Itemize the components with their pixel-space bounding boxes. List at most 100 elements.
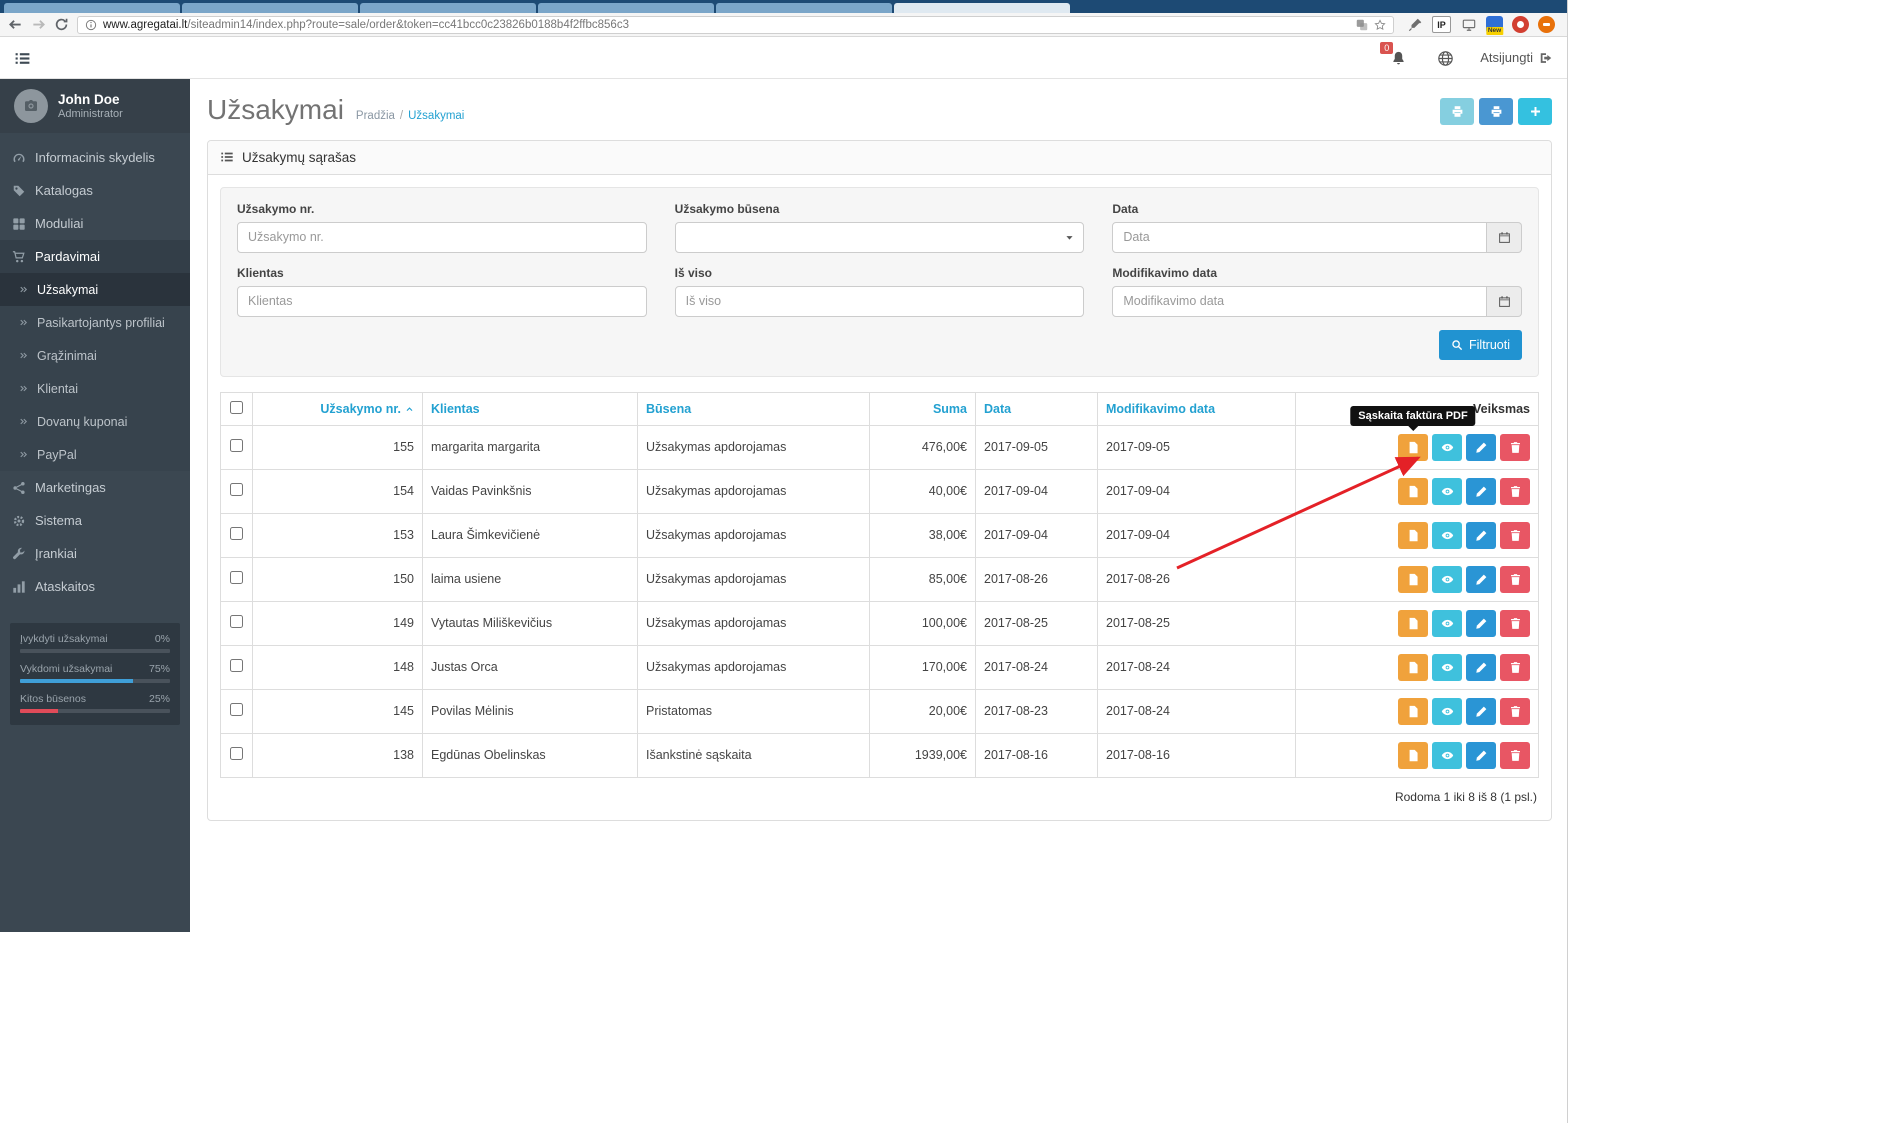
view-order-button[interactable] xyxy=(1432,653,1462,681)
view-order-button[interactable] xyxy=(1432,521,1462,549)
dropper-extension-icon[interactable] xyxy=(1406,16,1423,33)
row-select-checkbox[interactable] xyxy=(230,703,243,717)
customer-input[interactable] xyxy=(237,285,647,317)
invoice-pdf-button[interactable] xyxy=(1398,477,1428,505)
invoice-pdf-button[interactable] xyxy=(1398,697,1428,725)
sort-column-nr[interactable]: Užsakymo nr. xyxy=(320,402,414,416)
sort-column-customer[interactable]: Klientas xyxy=(431,402,480,416)
blue-extension-icon[interactable]: New xyxy=(1485,16,1504,35)
delete-order-button[interactable] xyxy=(1500,565,1530,593)
sidebar-item-label: Katalogas xyxy=(35,183,93,198)
sidebar-item[interactable]: Pardavimai xyxy=(0,240,192,273)
refresh-button[interactable] xyxy=(54,17,69,32)
forward-button[interactable] xyxy=(31,17,46,32)
order-nr-input[interactable] xyxy=(237,221,647,253)
menu-toggle-button[interactable] xyxy=(10,44,35,72)
date-calendar-button[interactable] xyxy=(1487,221,1522,253)
row-select-checkbox[interactable] xyxy=(230,615,243,629)
sort-column-status[interactable]: Būsena xyxy=(646,402,691,416)
view-order-button[interactable] xyxy=(1432,433,1462,461)
delete-order-button[interactable] xyxy=(1500,521,1530,549)
invoice-pdf-button[interactable] xyxy=(1398,609,1428,637)
ip-extension-icon[interactable]: IP xyxy=(1432,16,1451,33)
sort-column-total[interactable]: Suma xyxy=(933,402,967,416)
language-button[interactable] xyxy=(1437,48,1454,68)
edit-order-button[interactable] xyxy=(1466,609,1496,637)
select-all-checkbox[interactable] xyxy=(230,400,243,414)
browser-tab[interactable] xyxy=(538,3,714,13)
order-status-select[interactable] xyxy=(674,221,1085,253)
delete-order-button[interactable] xyxy=(1500,697,1530,725)
sidebar-item[interactable]: Katalogas xyxy=(0,174,190,207)
edit-order-button[interactable] xyxy=(1466,521,1496,549)
delete-order-button[interactable] xyxy=(1500,477,1530,505)
row-select-checkbox[interactable] xyxy=(230,571,243,585)
view-order-button[interactable] xyxy=(1432,477,1462,505)
sidebar-subitem[interactable]: Grąžinimai xyxy=(0,339,190,372)
edit-order-button[interactable] xyxy=(1466,565,1496,593)
edit-order-button[interactable] xyxy=(1466,697,1496,725)
print-invoice-button[interactable] xyxy=(1440,98,1474,125)
sidebar-subitem[interactable]: Dovanų kuponai xyxy=(0,405,190,438)
invoice-pdf-button[interactable] xyxy=(1398,653,1428,681)
browser-tab[interactable] xyxy=(360,3,536,13)
view-order-button[interactable] xyxy=(1432,609,1462,637)
invoice-pdf-button[interactable] xyxy=(1398,565,1428,593)
back-button[interactable] xyxy=(8,17,23,32)
monitor-extension-icon[interactable] xyxy=(1460,16,1477,33)
browser-tab[interactable] xyxy=(182,3,358,13)
sidebar-item[interactable]: Informacinis skydelis xyxy=(0,141,190,174)
calendar-icon xyxy=(1498,231,1511,244)
view-order-button[interactable] xyxy=(1432,741,1462,769)
breadcrumb-home[interactable]: Pradžia xyxy=(356,110,395,122)
sidebar-item[interactable]: Sistema xyxy=(0,504,190,537)
notifications-button[interactable]: 0 xyxy=(1380,41,1407,68)
sidebar-item[interactable]: Marketingas xyxy=(0,471,190,504)
delete-order-button[interactable] xyxy=(1500,609,1530,637)
sidebar-item[interactable]: Moduliai xyxy=(0,207,190,240)
print-shipping-list-button[interactable] xyxy=(1479,98,1513,125)
breadcrumb-current[interactable]: Užsakymai xyxy=(408,110,464,122)
edit-order-button[interactable] xyxy=(1466,741,1496,769)
delete-order-button[interactable] xyxy=(1500,741,1530,769)
edit-order-button[interactable] xyxy=(1466,653,1496,681)
view-order-button[interactable] xyxy=(1432,697,1462,725)
url-bar[interactable]: www.agregatai.lt/siteadmin14/index.php?r… xyxy=(77,15,1394,34)
browser-tab[interactable] xyxy=(716,3,892,13)
row-select-checkbox[interactable] xyxy=(230,439,243,453)
invoice-pdf-button[interactable] xyxy=(1398,741,1428,769)
sidebar-subitem[interactable]: Pasikartojantys profiliai xyxy=(0,306,190,339)
sidebar-subitem[interactable]: PayPal xyxy=(0,438,190,471)
sort-column-modified[interactable]: Modifikavimo data xyxy=(1106,402,1215,416)
view-order-button[interactable] xyxy=(1432,565,1462,593)
add-order-button[interactable] xyxy=(1518,98,1552,125)
browser-tab-active[interactable] xyxy=(894,3,1070,13)
modified-calendar-button[interactable] xyxy=(1487,285,1522,317)
bookmark-star-icon[interactable] xyxy=(1374,18,1386,31)
invoice-pdf-button[interactable] xyxy=(1398,521,1428,549)
red-extension-icon[interactable] xyxy=(1512,16,1529,33)
sidebar-subitem[interactable]: Klientai xyxy=(0,372,190,405)
browser-tab[interactable] xyxy=(4,3,180,13)
orange-extension-icon[interactable] xyxy=(1538,16,1555,33)
edit-order-button[interactable] xyxy=(1466,433,1496,461)
sidebar-subitem-label: Grąžinimai xyxy=(37,348,97,363)
translate-icon[interactable] xyxy=(1356,19,1368,31)
total-input[interactable] xyxy=(674,285,1085,317)
logout-button[interactable]: Atsijungti xyxy=(1480,50,1553,65)
edit-order-button[interactable] xyxy=(1466,477,1496,505)
row-select-checkbox[interactable] xyxy=(230,747,243,761)
sidebar-subitem[interactable]: Užsakymai xyxy=(0,273,190,306)
sidebar-item[interactable]: Ataskaitos xyxy=(0,570,190,603)
row-select-checkbox[interactable] xyxy=(230,527,243,541)
delete-order-button[interactable] xyxy=(1500,433,1530,461)
date-input[interactable] xyxy=(1112,221,1488,253)
filter-button[interactable]: Filtruoti xyxy=(1439,329,1522,360)
modified-date-input[interactable] xyxy=(1112,285,1488,317)
row-select-checkbox[interactable] xyxy=(230,659,243,673)
row-select-checkbox[interactable] xyxy=(230,483,243,497)
invoice-pdf-button[interactable]: Sąskaita faktūra PDF xyxy=(1350,405,1476,461)
delete-order-button[interactable] xyxy=(1500,653,1530,681)
sort-column-date[interactable]: Data xyxy=(984,402,1011,416)
sidebar-item[interactable]: Įrankiai xyxy=(0,537,190,570)
